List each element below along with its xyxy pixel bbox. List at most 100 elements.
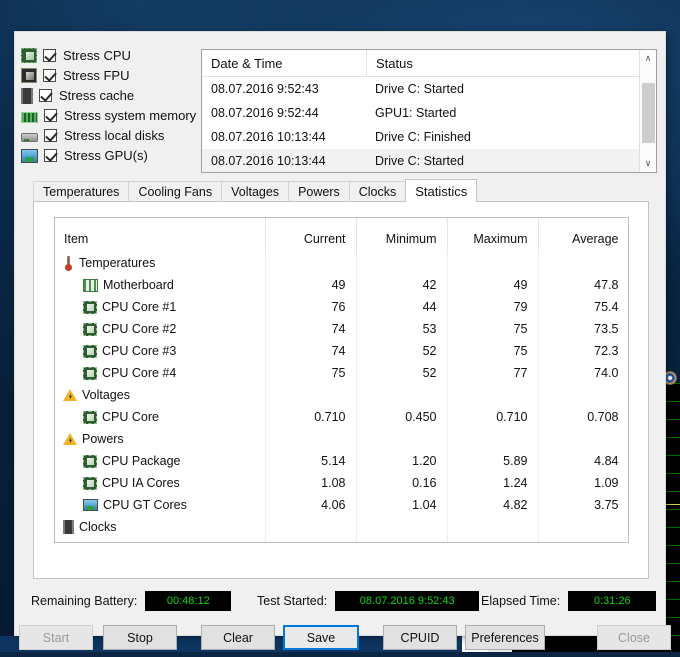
- elapsed-time-group: Elapsed Time: 0:31:26: [481, 591, 657, 611]
- dialog-top-section: Stress CPU Stress FPU Stress cache Stres…: [15, 32, 667, 173]
- row-minimum: 52: [356, 362, 448, 384]
- table-row[interactable]: CPU IA Cores 1.08 0.16 1.24 1.09: [55, 472, 628, 494]
- table-row[interactable]: Motherboard 49 42 49 47.8: [55, 274, 628, 296]
- tab-voltages[interactable]: Voltages: [221, 181, 290, 202]
- row-maximum: 1601: [447, 538, 539, 542]
- scroll-down-icon[interactable]: ∨: [640, 155, 656, 172]
- gpu-card-icon: [83, 499, 98, 511]
- tab-statistics[interactable]: Statistics: [405, 179, 478, 202]
- log-column-datetime: Date & Time: [211, 55, 283, 71]
- save-button[interactable]: Save: [283, 625, 359, 650]
- stats-column-current[interactable]: Current: [265, 218, 357, 252]
- start-button[interactable]: Start: [19, 625, 93, 650]
- cpu-core-icon: [83, 543, 97, 544]
- stress-option-fpu[interactable]: Stress FPU: [21, 66, 193, 85]
- log-row[interactable]: 08.07.2016 10:13:44 Drive C: Finished: [202, 125, 656, 149]
- stats-column-average[interactable]: Average: [538, 218, 628, 252]
- row-current: 76: [265, 296, 357, 318]
- stats-column-item[interactable]: Item: [55, 218, 266, 252]
- stats-column-maximum[interactable]: Maximum: [447, 218, 539, 252]
- event-log-list[interactable]: Date & Time Status 08.07.2016 9:52:43 Dr…: [201, 49, 657, 173]
- memory-stick-icon: [21, 111, 38, 123]
- close-button[interactable]: Close: [597, 625, 671, 650]
- cpu-core-icon: [83, 476, 97, 490]
- row-minimum: 0.450: [356, 406, 448, 428]
- stress-option-memory[interactable]: Stress system memory: [21, 106, 197, 125]
- log-row-datetime: 08.07.2016 9:52:43: [211, 82, 319, 96]
- tab-temperatures[interactable]: Temperatures: [33, 181, 130, 202]
- log-row[interactable]: 08.07.2016 10:13:44 Drive C: Started: [202, 149, 656, 172]
- stress-option-gpu[interactable]: Stress GPU(s): [21, 146, 193, 165]
- scroll-up-icon[interactable]: ∧: [640, 50, 656, 67]
- table-row[interactable]: Clocks: [55, 516, 628, 538]
- cpu-core-icon: [83, 344, 97, 358]
- row-current: 4.06: [265, 494, 357, 516]
- row-minimum: [356, 252, 448, 274]
- remaining-battery-label: Remaining Battery:: [31, 594, 138, 608]
- row-current: 1.08: [265, 472, 357, 494]
- row-maximum: 75: [447, 318, 539, 340]
- test-started-group: Test Started: 08.07.2016 9:52:43: [257, 591, 480, 611]
- row-minimum: [356, 516, 448, 538]
- log-row-datetime: 08.07.2016 9:52:44: [211, 106, 319, 120]
- remaining-battery-group: Remaining Battery: 00:48:12: [31, 591, 232, 611]
- table-row[interactable]: CPU Core #2 74 53 75 73.5: [55, 318, 628, 340]
- table-row[interactable]: CPU Package 5.14 1.20 5.89 4.84: [55, 450, 628, 472]
- stress-option-cache[interactable]: Stress cache: [21, 86, 193, 105]
- log-row[interactable]: 08.07.2016 9:52:43 Drive C: Started: [202, 77, 656, 101]
- table-row[interactable]: CPU Core #4 75 52 77 74.0: [55, 362, 628, 384]
- scrollbar-thumb[interactable]: [642, 83, 655, 143]
- table-row[interactable]: Powers: [55, 428, 628, 450]
- stress-memory-label: Stress system memory: [64, 108, 197, 123]
- cpu-core-icon: [83, 300, 97, 314]
- preferences-button[interactable]: Preferences: [465, 625, 545, 650]
- clock-chip-icon: [63, 520, 74, 534]
- event-log-scrollbar[interactable]: ∧ ∨: [639, 50, 656, 172]
- table-row[interactable]: CPU Core 0.710 0.450 0.710 0.708: [55, 406, 628, 428]
- table-row[interactable]: CPU GT Cores 4.06 1.04 4.82 3.75: [55, 494, 628, 516]
- row-average: [538, 516, 628, 538]
- stress-option-disks[interactable]: Stress local disks: [21, 126, 193, 145]
- table-row[interactable]: Voltages: [55, 384, 628, 406]
- row-maximum: 79: [447, 296, 539, 318]
- cpuid-button[interactable]: CPUID: [383, 625, 457, 650]
- stress-cpu-checkbox[interactable]: [43, 49, 56, 62]
- row-maximum: 77: [447, 362, 539, 384]
- button-bar: Start Stop Clear Save CPUID Preferences …: [15, 625, 671, 657]
- stats-column-minimum[interactable]: Minimum: [356, 218, 448, 252]
- table-row[interactable]: CPU Core #3 74 52 75 72.3: [55, 340, 628, 362]
- tab-clocks[interactable]: Clocks: [348, 181, 407, 202]
- statistics-table[interactable]: Item Current Minimum Maximum Average Tem…: [54, 217, 629, 543]
- table-row[interactable]: CPU Clock 1600 480 1601 1589.1: [55, 538, 628, 544]
- tab-cooling-fans[interactable]: Cooling Fans: [128, 181, 223, 202]
- clear-button[interactable]: Clear: [201, 625, 275, 650]
- row-minimum: 0.16: [356, 472, 448, 494]
- row-average: 1.09: [538, 472, 628, 494]
- table-row[interactable]: Temperatures: [55, 252, 628, 274]
- cache-chip-icon: [21, 87, 33, 104]
- fpu-chip-icon: [21, 68, 37, 83]
- hard-disk-icon: [21, 133, 38, 142]
- row-average: [538, 384, 628, 406]
- voltage-warning-icon: [63, 388, 77, 402]
- row-minimum: 52: [356, 340, 448, 362]
- statistics-header-row: Item Current Minimum Maximum Average: [55, 218, 628, 252]
- table-row[interactable]: CPU Core #1 76 44 79 75.4: [55, 296, 628, 318]
- row-minimum: [356, 428, 448, 450]
- stress-memory-checkbox[interactable]: [44, 109, 57, 122]
- stress-gpu-checkbox[interactable]: [44, 149, 57, 162]
- voltage-warning-icon: [63, 432, 77, 446]
- row-average: 74.0: [538, 362, 628, 384]
- cpu-core-icon: [83, 322, 97, 336]
- stress-option-cpu[interactable]: Stress CPU: [21, 46, 193, 65]
- tab-powers[interactable]: Powers: [288, 181, 350, 202]
- row-maximum: [447, 516, 539, 538]
- row-maximum: [447, 252, 539, 274]
- stress-disks-checkbox[interactable]: [44, 129, 57, 142]
- stop-button[interactable]: Stop: [103, 625, 177, 650]
- log-row-datetime: 08.07.2016 10:13:44: [211, 130, 326, 144]
- stress-fpu-checkbox[interactable]: [43, 69, 56, 82]
- log-row[interactable]: 08.07.2016 9:52:44 GPU1: Started: [202, 101, 656, 125]
- log-row-datetime: 08.07.2016 10:13:44: [211, 154, 326, 168]
- stress-cache-checkbox[interactable]: [39, 89, 52, 102]
